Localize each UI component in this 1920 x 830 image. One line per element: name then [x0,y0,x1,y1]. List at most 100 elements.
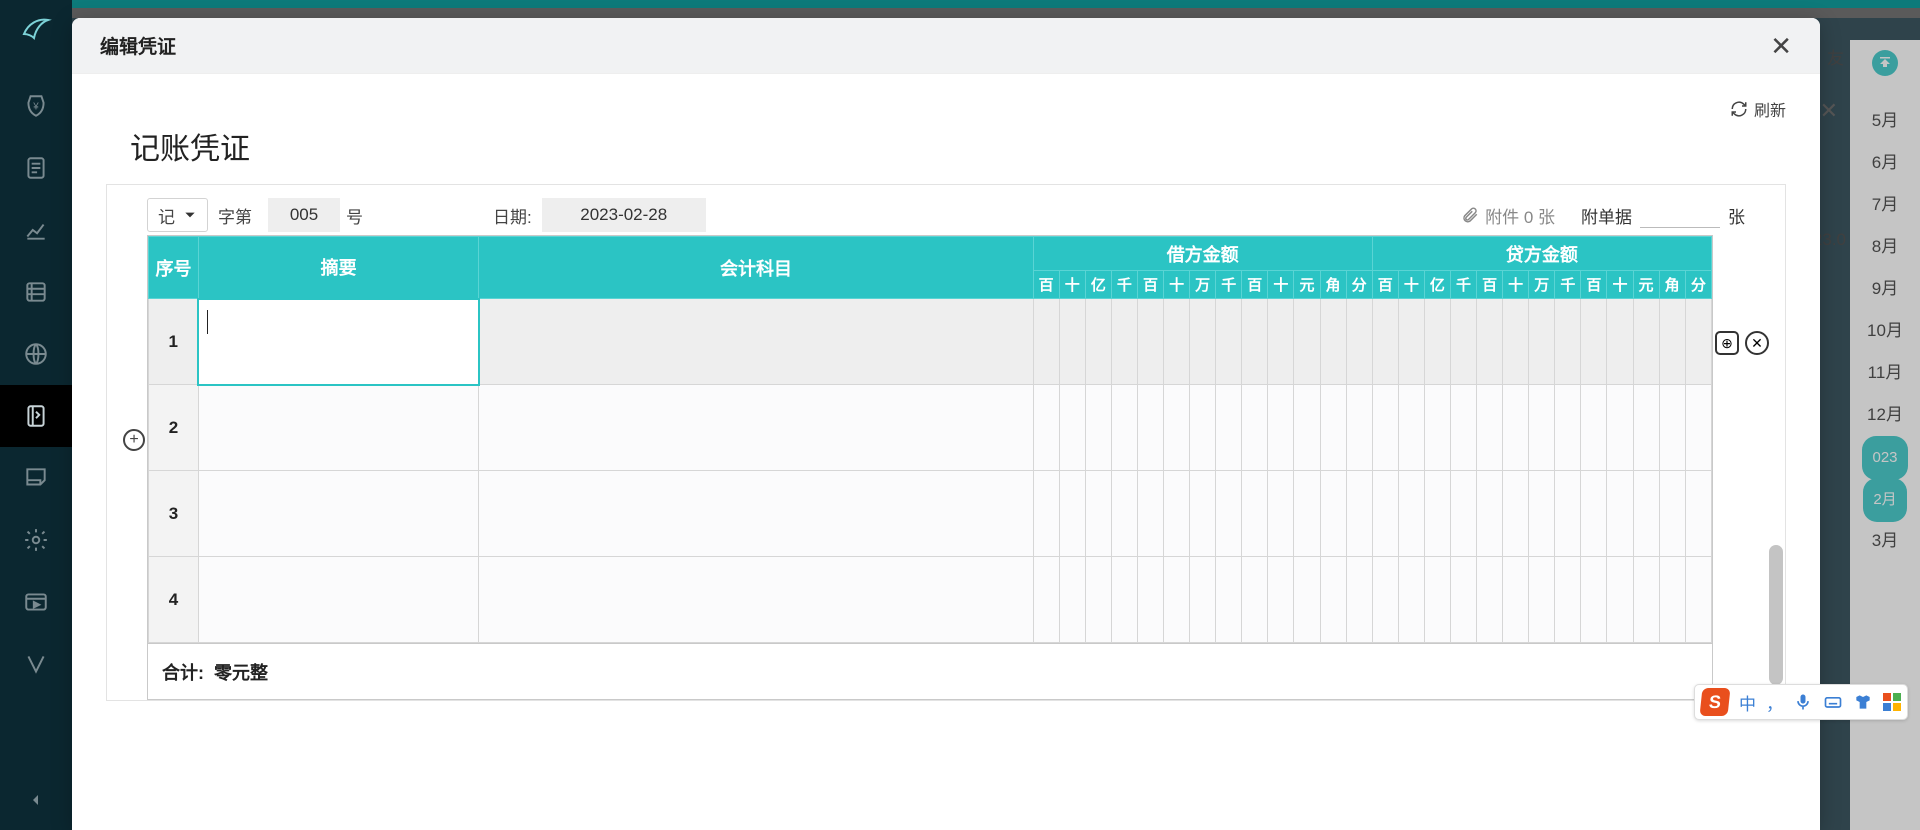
cell-debit-digit[interactable] [1242,557,1268,643]
cell-credit-digit[interactable] [1633,299,1659,385]
sidebar-item-3[interactable] [0,199,72,261]
cell-credit-digit[interactable] [1424,471,1450,557]
cell-debit-digit[interactable] [1033,471,1059,557]
cell-debit-digit[interactable] [1137,299,1163,385]
cell-debit-digit[interactable] [1137,385,1163,471]
ime-punct[interactable]: ， [1766,690,1783,715]
cell-debit-digit[interactable] [1137,471,1163,557]
cell-subject[interactable] [479,385,1033,471]
cell-debit-digit[interactable] [1059,385,1085,471]
sidebar-item-settings[interactable] [0,509,72,571]
cell-credit-digit[interactable] [1659,471,1685,557]
add-row-button[interactable]: + [123,429,145,451]
cell-credit-digit[interactable] [1581,299,1607,385]
sidebar-item-7[interactable] [0,447,72,509]
ime-toolbox-icon[interactable] [1883,693,1901,711]
cell-credit-digit[interactable] [1607,385,1633,471]
cell-credit-digit[interactable] [1685,471,1711,557]
cell-debit-digit[interactable] [1111,471,1137,557]
cell-debit-digit[interactable] [1216,557,1242,643]
cell-credit-digit[interactable] [1477,557,1503,643]
cell-subject[interactable] [479,557,1033,643]
cell-credit-digit[interactable] [1529,557,1555,643]
cell-credit-digit[interactable] [1477,299,1503,385]
cell-credit-digit[interactable] [1685,299,1711,385]
cell-debit-digit[interactable] [1346,385,1372,471]
cell-debit-digit[interactable] [1190,385,1216,471]
cell-debit-digit[interactable] [1059,299,1085,385]
cell-debit-digit[interactable] [1242,471,1268,557]
cell-debit-digit[interactable] [1346,557,1372,643]
cell-debit-digit[interactable] [1059,471,1085,557]
cell-credit-digit[interactable] [1503,299,1529,385]
insert-row-icon[interactable]: ⊕ [1715,331,1739,355]
cell-credit-digit[interactable] [1372,557,1398,643]
refresh-button[interactable]: 刷新 [106,94,1786,124]
cell-credit-digit[interactable] [1633,557,1659,643]
cell-debit-digit[interactable] [1085,299,1111,385]
cell-credit-digit[interactable] [1477,471,1503,557]
cell-debit-digit[interactable] [1085,471,1111,557]
cell-credit-digit[interactable] [1607,299,1633,385]
cell-credit-digit[interactable] [1477,385,1503,471]
cell-credit-digit[interactable] [1503,385,1529,471]
cell-credit-digit[interactable] [1581,385,1607,471]
sidebar-item-ledger[interactable] [0,385,72,447]
cell-debit-digit[interactable] [1137,557,1163,643]
voucher-type-select[interactable]: 记 [147,198,208,232]
cell-summary[interactable] [198,385,478,471]
cell-debit-digit[interactable] [1111,299,1137,385]
cell-credit-digit[interactable] [1555,471,1581,557]
cell-debit-digit[interactable] [1268,471,1294,557]
ime-lang[interactable]: 中 [1739,690,1756,715]
cell-debit-digit[interactable] [1085,557,1111,643]
cell-debit-digit[interactable] [1242,299,1268,385]
cell-debit-digit[interactable] [1320,557,1346,643]
cell-debit-digit[interactable] [1294,557,1320,643]
sidebar-collapse-icon[interactable] [0,780,72,820]
scrollbar-thumb[interactable] [1769,545,1783,685]
cell-credit-digit[interactable] [1424,299,1450,385]
cell-debit-digit[interactable] [1216,299,1242,385]
cell-credit-digit[interactable] [1503,471,1529,557]
modal-close-icon[interactable]: ✕ [1770,33,1792,59]
ime-toolbar[interactable]: S 中 ， [1694,684,1908,720]
cell-credit-digit[interactable] [1398,557,1424,643]
ime-mic-icon[interactable] [1793,692,1813,712]
cell-credit-digit[interactable] [1685,385,1711,471]
sidebar-item-5[interactable] [0,323,72,385]
cell-debit-digit[interactable] [1111,385,1137,471]
cell-summary[interactable] [198,557,478,643]
cell-credit-digit[interactable] [1529,471,1555,557]
cell-credit-digit[interactable] [1555,299,1581,385]
cell-credit-digit[interactable] [1581,471,1607,557]
cell-debit-digit[interactable] [1320,471,1346,557]
cell-debit-digit[interactable] [1085,385,1111,471]
cell-debit-digit[interactable] [1268,557,1294,643]
cell-credit-digit[interactable] [1529,385,1555,471]
cell-debit-digit[interactable] [1216,385,1242,471]
cell-summary[interactable] [198,471,478,557]
cell-credit-digit[interactable] [1450,385,1476,471]
cell-debit-digit[interactable] [1164,557,1190,643]
cell-credit-digit[interactable] [1633,385,1659,471]
delete-row-icon[interactable]: ✕ [1745,331,1769,355]
cell-credit-digit[interactable] [1529,299,1555,385]
cell-credit-digit[interactable] [1450,557,1476,643]
cell-credit-digit[interactable] [1555,557,1581,643]
cell-summary[interactable] [198,299,478,385]
cell-credit-digit[interactable] [1607,557,1633,643]
sidebar-item-10[interactable] [0,633,72,695]
cell-debit-digit[interactable] [1033,385,1059,471]
cell-subject[interactable] [479,471,1033,557]
attachment-button[interactable]: 附件 0 张 [1461,203,1555,228]
appendix-count-input[interactable] [1640,202,1720,228]
cell-credit-digit[interactable] [1685,557,1711,643]
cell-debit-digit[interactable] [1242,385,1268,471]
date-input[interactable]: 2023-02-28 [542,198,706,232]
cell-debit-digit[interactable] [1059,557,1085,643]
cell-credit-digit[interactable] [1398,385,1424,471]
cell-credit-digit[interactable] [1424,557,1450,643]
cell-debit-digit[interactable] [1190,557,1216,643]
cell-debit-digit[interactable] [1268,385,1294,471]
